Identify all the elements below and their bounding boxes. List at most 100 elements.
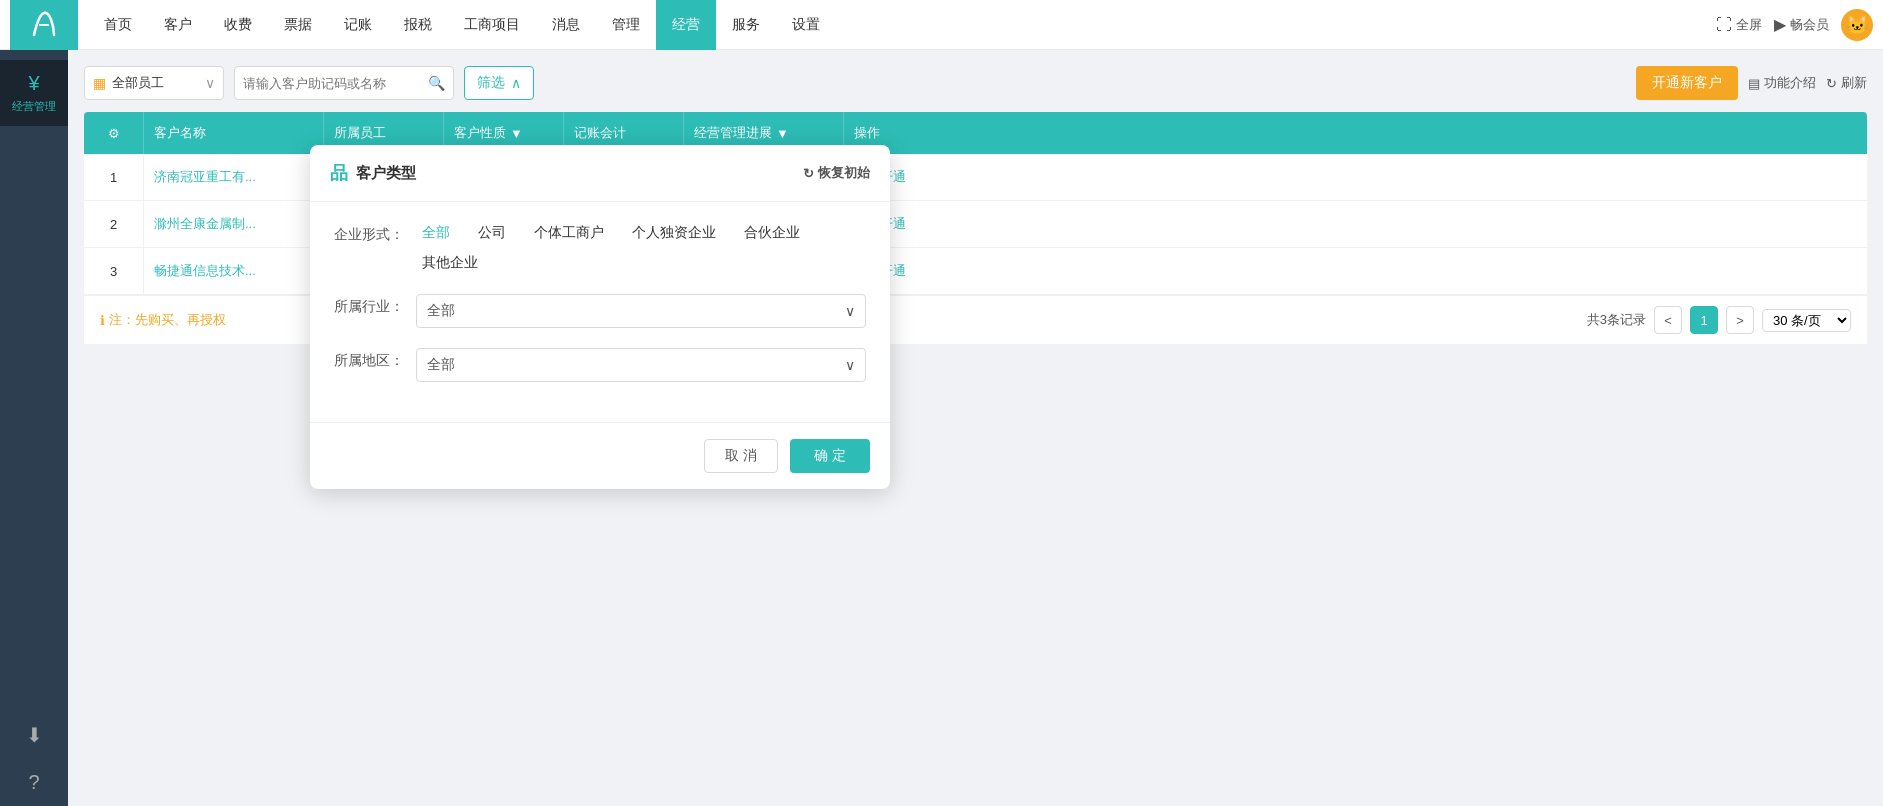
sidebar-item-label: 经营管理 <box>12 99 56 114</box>
nav-bizproject[interactable]: 工商项目 <box>448 0 536 50</box>
company-type-row: 企业形式： 全部 公司 个体工商户 个人独资企业 合伙企业 其他企业 <box>334 222 866 274</box>
note-icon: ℹ <box>100 313 105 328</box>
nav-operation[interactable]: 经营 <box>656 0 716 50</box>
type-individual[interactable]: 个体工商户 <box>528 222 610 244</box>
industry-arrow-icon: ∨ <box>845 303 855 319</box>
search-box: 🔍 <box>234 66 454 100</box>
modal-body: 企业形式： 全部 公司 个体工商户 个人独资企业 合伙企业 其他企业 所属行业：… <box>310 202 890 422</box>
per-page-select[interactable]: 30 条/页 50 条/页 100 条/页 <box>1762 309 1851 332</box>
region-label: 所属地区： <box>334 348 404 370</box>
nav-settings[interactable]: 设置 <box>776 0 836 50</box>
type-other[interactable]: 其他企业 <box>416 252 484 274</box>
refresh-label: 刷新 <box>1841 74 1867 92</box>
nav-fee[interactable]: 收费 <box>208 0 268 50</box>
industry-row: 所属行业： 全部 ∨ <box>334 294 866 328</box>
sidebar-item-download[interactable]: ⬇ <box>22 711 47 759</box>
refresh-icon: ↻ <box>1826 76 1837 91</box>
modal-header-left: 品 客户类型 <box>330 161 416 185</box>
region-row: 所属地区： 全部 ∨ <box>334 348 866 382</box>
industry-select[interactable]: 全部 ∨ <box>416 294 866 328</box>
th-settings[interactable]: ⚙ <box>84 112 144 154</box>
nav-message[interactable]: 消息 <box>536 0 596 50</box>
toolbar: ▦ 全部员工 ∨ 🔍 筛选 ∧ 开通新客户 ▤ 功能介绍 <box>84 66 1867 100</box>
type-sole[interactable]: 个人独资企业 <box>626 222 722 244</box>
td-name-3[interactable]: 畅捷通信息技术... <box>144 248 324 294</box>
refresh-button[interactable]: ↻ 刷新 <box>1826 74 1867 92</box>
reset-icon: ↻ <box>803 166 814 181</box>
industry-label: 所属行业： <box>334 294 404 316</box>
avatar[interactable]: 🐱 <box>1841 9 1873 41</box>
nav-invoice[interactable]: 票据 <box>268 0 328 50</box>
filter-button[interactable]: 筛选 ∧ <box>464 66 534 100</box>
td-name-1[interactable]: 济南冠亚重工有... <box>144 154 324 200</box>
reset-label: 恢复初始 <box>818 164 870 182</box>
type-company[interactable]: 公司 <box>472 222 512 244</box>
page-1-btn[interactable]: 1 <box>1690 306 1718 334</box>
th-name: 客户名称 <box>144 112 324 154</box>
nature-filter-icon[interactable]: ▼ <box>510 126 523 141</box>
modal-title-icon: 品 <box>330 161 348 185</box>
search-button[interactable]: 🔍 <box>428 75 445 91</box>
nav-right: ⛶ 全屏 ▶ 畅会员 🐱 <box>1716 9 1873 41</box>
fullscreen-btn[interactable]: ⛶ 全屏 <box>1716 16 1762 34</box>
employee-select-icon: ▦ <box>93 75 106 91</box>
footer-note: ℹ 注：先购买、再授权 <box>100 311 226 329</box>
function-intro-icon: ▤ <box>1748 76 1760 91</box>
nav-service[interactable]: 服务 <box>716 0 776 50</box>
logo <box>10 0 78 50</box>
confirm-button[interactable]: 确 定 <box>790 439 870 473</box>
employee-select-arrow: ∨ <box>205 75 215 91</box>
modal-reset-btn[interactable]: ↻ 恢复初始 <box>803 164 870 182</box>
nav-manage[interactable]: 管理 <box>596 0 656 50</box>
cancel-button[interactable]: 取 消 <box>704 439 778 473</box>
member-label: 畅会员 <box>1790 16 1829 34</box>
modal-header: 品 客户类型 ↻ 恢复初始 <box>310 145 890 202</box>
layout: ¥ 经营管理 ⬇ ? ▦ 全部员工 ∨ 🔍 <box>0 50 1883 806</box>
pagination: 共3条记录 < 1 > 30 条/页 50 条/页 100 条/页 <box>1587 306 1851 334</box>
type-partnership[interactable]: 合伙企业 <box>738 222 806 244</box>
td-index-1: 1 <box>84 154 144 200</box>
top-nav: 首页 客户 收费 票据 记账 报税 工商项目 消息 管理 经营 服务 设置 ⛶ … <box>0 0 1883 50</box>
filter-label: 筛选 <box>477 74 505 92</box>
filter-arrow-icon: ∧ <box>511 75 521 91</box>
total-records: 共3条记录 <box>1587 311 1646 329</box>
region-select[interactable]: 全部 ∨ <box>416 348 866 382</box>
nav-bookkeeping[interactable]: 记账 <box>328 0 388 50</box>
employee-select-text: 全部员工 <box>112 74 199 92</box>
nav-tax[interactable]: 报税 <box>388 0 448 50</box>
next-page-btn[interactable]: > <box>1726 306 1754 334</box>
company-type-label: 企业形式： <box>334 222 404 244</box>
td-name-2[interactable]: 滁州全康金属制... <box>144 201 324 247</box>
fullscreen-label: 全屏 <box>1736 16 1762 34</box>
customer-type-modal: 品 客户类型 ↻ 恢复初始 企业形式： 全部 公司 个体工商户 个人独资企业 合… <box>310 145 890 489</box>
region-arrow-icon: ∨ <box>845 357 855 373</box>
sidebar: ¥ 经营管理 ⬇ ? <box>0 50 68 806</box>
prev-page-btn[interactable]: < <box>1654 306 1682 334</box>
type-all[interactable]: 全部 <box>416 222 456 244</box>
td-index-2: 2 <box>84 201 144 247</box>
toolbar-right: 开通新客户 ▤ 功能介绍 ↻ 刷新 <box>1636 66 1867 100</box>
progress-filter-icon[interactable]: ▼ <box>776 126 789 141</box>
td-index-3: 3 <box>84 248 144 294</box>
company-type-options: 全部 公司 个体工商户 个人独资企业 合伙企业 其他企业 <box>416 222 866 274</box>
fullscreen-icon: ⛶ <box>1716 16 1732 34</box>
search-input[interactable] <box>243 76 422 91</box>
member-btn[interactable]: ▶ 畅会员 <box>1774 15 1829 34</box>
modal-footer: 取 消 确 定 <box>310 422 890 489</box>
note-text: 注：先购买、再授权 <box>109 311 226 329</box>
sidebar-item-help[interactable]: ? <box>22 759 47 806</box>
function-intro-btn[interactable]: ▤ 功能介绍 <box>1748 74 1816 92</box>
operation-icon: ¥ <box>28 72 39 95</box>
sidebar-bottom: ⬇ ? <box>22 711 47 806</box>
industry-value: 全部 <box>427 302 455 320</box>
main-nav: 首页 客户 收费 票据 记账 报税 工商项目 消息 管理 经营 服务 设置 <box>88 0 1716 50</box>
sidebar-item-operation[interactable]: ¥ 经营管理 <box>0 60 68 126</box>
nav-home[interactable]: 首页 <box>88 0 148 50</box>
member-icon: ▶ <box>1774 15 1786 34</box>
help-icon: ? <box>28 771 39 794</box>
employee-select[interactable]: ▦ 全部员工 ∨ <box>84 66 224 100</box>
region-value: 全部 <box>427 356 455 374</box>
download-icon: ⬇ <box>26 723 43 747</box>
nav-customer[interactable]: 客户 <box>148 0 208 50</box>
open-customer-button[interactable]: 开通新客户 <box>1636 66 1738 100</box>
